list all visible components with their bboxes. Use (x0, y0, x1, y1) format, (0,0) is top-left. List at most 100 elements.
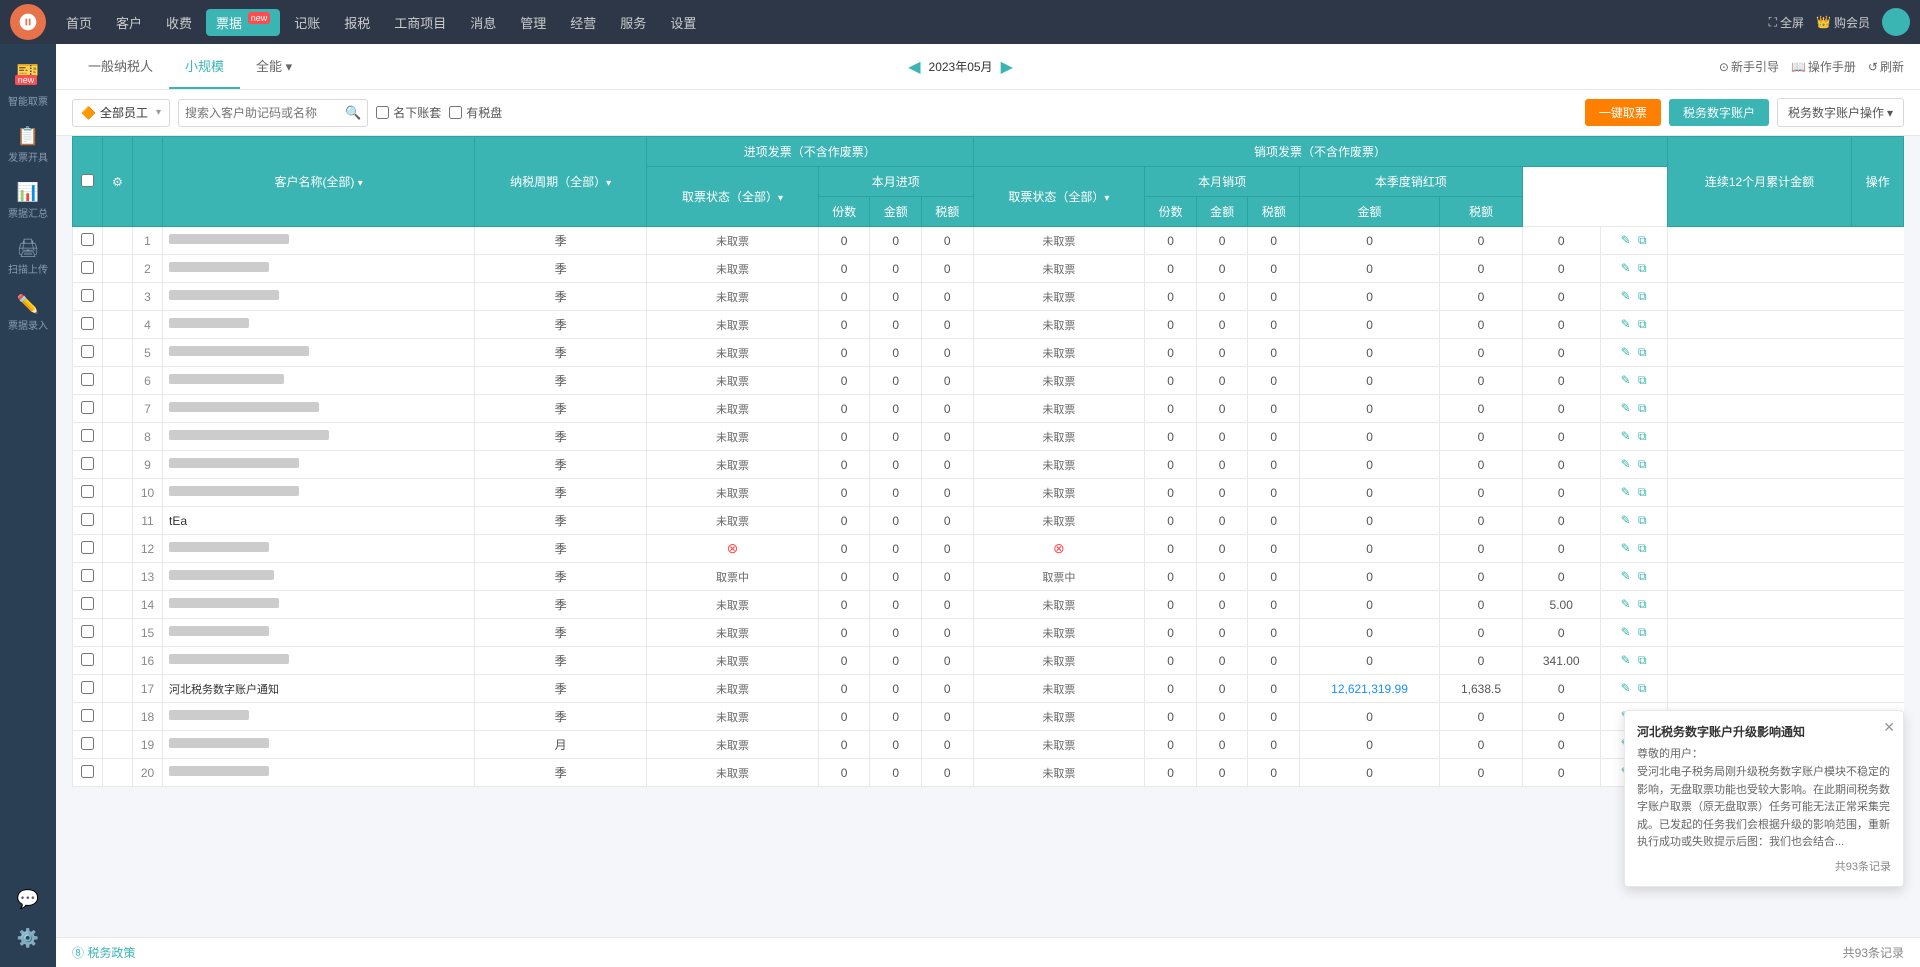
copy-icon[interactable]: ⧉ (1638, 541, 1647, 555)
copy-icon[interactable]: ⧉ (1638, 513, 1647, 527)
cell-status-out: 未取票 (973, 255, 1145, 283)
cell-cum12: 0 (1522, 731, 1600, 759)
fullscreen-btn[interactable]: ⛶ 全屏 (1769, 14, 1804, 31)
edit-icon[interactable]: ✎ (1621, 373, 1631, 387)
copy-icon[interactable]: ⧉ (1638, 625, 1647, 639)
refresh-link[interactable]: ↺ 刷新 (1868, 58, 1904, 75)
cell-in-amount: 0 (870, 395, 922, 423)
copy-icon[interactable]: ⧉ (1638, 289, 1647, 303)
cell-icon (103, 675, 133, 703)
gear-icon: ⚙️ (17, 928, 39, 949)
edit-icon[interactable]: ✎ (1621, 541, 1631, 555)
copy-icon[interactable]: ⧉ (1638, 569, 1647, 583)
nav-ticket[interactable]: 票据 new (206, 9, 280, 36)
cell-customer-name: ████████████ (163, 227, 475, 255)
search-input[interactable] (185, 106, 345, 120)
staff-select[interactable]: 🔶 全部员工 ▾ (72, 99, 170, 127)
select-all-checkbox[interactable] (81, 174, 94, 187)
copy-icon[interactable]: ⧉ (1638, 317, 1647, 331)
edit-icon[interactable]: ✎ (1621, 233, 1631, 247)
edit-icon[interactable]: ✎ (1621, 345, 1631, 359)
table-row: 12 ████████████ 季 ⊗ 0 0 0 ⊗ 0 0 0 0 0 0 … (73, 535, 1904, 563)
edit-icon[interactable]: ✎ (1621, 653, 1631, 667)
cell-period: 季 (475, 563, 647, 591)
copy-icon[interactable]: ⧉ (1638, 653, 1647, 667)
nav-business[interactable]: 工商项目 (384, 9, 456, 36)
edit-icon[interactable]: ✎ (1621, 597, 1631, 611)
copy-icon[interactable]: ⧉ (1638, 261, 1647, 275)
edit-icon[interactable]: ✎ (1621, 625, 1631, 639)
edit-icon[interactable]: ✎ (1621, 569, 1631, 583)
copy-icon[interactable]: ⧉ (1638, 373, 1647, 387)
copy-icon[interactable]: ⧉ (1638, 457, 1647, 471)
copy-icon[interactable]: ⧉ (1638, 485, 1647, 499)
cell-return-amount: 0 (1299, 451, 1439, 479)
cell-out-count: 0 (1145, 227, 1197, 255)
one-click-btn[interactable]: 一键取票 (1585, 99, 1661, 126)
checkbox-tax-disk[interactable]: 有税盘 (449, 104, 502, 121)
cell-customer-name: ████████ (163, 703, 475, 731)
tab-all[interactable]: 全能 ▾ (240, 44, 308, 89)
th-in-fetch-status: 取票状态（全部）▾ (647, 167, 819, 227)
nav-accounting[interactable]: 记账 (284, 9, 330, 36)
sidebar-item-invoice-summary[interactable]: 📊 票据汇总 (2, 174, 54, 228)
cell-in-amount: 0 (870, 451, 922, 479)
copy-icon[interactable]: ⧉ (1638, 345, 1647, 359)
th-in-amount: 金额 (870, 197, 922, 227)
edit-icon[interactable]: ✎ (1621, 317, 1631, 331)
copy-icon[interactable]: ⧉ (1638, 681, 1647, 695)
manual-link[interactable]: 📖 操作手册 (1791, 58, 1856, 75)
cell-icon (103, 591, 133, 619)
cell-operations: ✎ ⧉ (1600, 311, 1667, 339)
nav-client[interactable]: 客户 (106, 9, 152, 36)
next-month-btn[interactable]: ▶ (1001, 57, 1013, 77)
edit-icon[interactable]: ✎ (1621, 401, 1631, 415)
sidebar-item-invoice-open[interactable]: 📋 发票开具 (2, 118, 54, 172)
edit-icon[interactable]: ✎ (1621, 261, 1631, 275)
scan-upload-icon: 🖨 (17, 238, 40, 259)
nav-fee[interactable]: 收费 (156, 9, 202, 36)
cell-in-tax: 0 (921, 675, 973, 703)
tax-digital-op-btn[interactable]: 税务数字账户操作 ▾ (1777, 98, 1904, 127)
edit-icon[interactable]: ✎ (1621, 513, 1631, 527)
tab-small-scale[interactable]: 小规模 (169, 44, 240, 89)
sidebar-item-chat[interactable]: 💬 (2, 881, 54, 920)
prev-month-btn[interactable]: ◀ (908, 57, 920, 77)
member-btn[interactable]: 👑 购会员 (1816, 14, 1870, 31)
search-icon[interactable]: 🔍 (345, 105, 361, 121)
nav-tax[interactable]: 报税 (334, 9, 380, 36)
cell-in-tax: 0 (921, 563, 973, 591)
edit-icon[interactable]: ✎ (1621, 485, 1631, 499)
cell-cum12: 0 (1522, 311, 1600, 339)
sidebar-item-scan-upload[interactable]: 🖨 扫描上传 (2, 230, 54, 284)
edit-icon[interactable]: ✎ (1621, 681, 1631, 695)
checkbox-subledger[interactable]: 名下账套 (376, 104, 441, 121)
cell-status-out: 未取票 (973, 731, 1145, 759)
edit-icon[interactable]: ✎ (1621, 289, 1631, 303)
sidebar-item-settings[interactable]: ⚙️ (2, 920, 54, 959)
nav-settings[interactable]: 设置 (660, 9, 706, 36)
tab-general-taxpayer[interactable]: 一般纳税人 (72, 44, 169, 89)
tax-digital-btn[interactable]: 税务数字账户 (1669, 99, 1769, 126)
nav-message[interactable]: 消息 (460, 9, 506, 36)
sidebar-item-smart-ticket[interactable]: 🎫 new 智能取票 (2, 52, 54, 116)
edit-icon[interactable]: ✎ (1621, 429, 1631, 443)
copy-icon[interactable]: ⧉ (1638, 233, 1647, 247)
nav-home[interactable]: 首页 (56, 9, 102, 36)
copy-icon[interactable]: ⧉ (1638, 401, 1647, 415)
cell-in-tax: 0 (921, 255, 973, 283)
th-this-quarter-return: 本季度销红项 (1299, 167, 1522, 197)
copy-icon[interactable]: ⧉ (1638, 429, 1647, 443)
edit-icon[interactable]: ✎ (1621, 457, 1631, 471)
tax-policy-link[interactable]: ⑧ 税务政策 (72, 944, 135, 961)
nav-operation[interactable]: 经营 (560, 9, 606, 36)
nav-manage[interactable]: 管理 (510, 9, 556, 36)
sidebar-item-ticket-entry[interactable]: ✏️ 票据录入 (2, 286, 54, 340)
cell-return-amount: 0 (1299, 311, 1439, 339)
notification-close-btn[interactable]: ✕ (1883, 719, 1895, 736)
cell-period: 季 (475, 703, 647, 731)
nav-service[interactable]: 服务 (610, 9, 656, 36)
user-avatar[interactable] (1882, 8, 1910, 36)
guide-link[interactable]: ⊙ 新手引导 (1719, 58, 1779, 75)
copy-icon[interactable]: ⧉ (1638, 597, 1647, 611)
